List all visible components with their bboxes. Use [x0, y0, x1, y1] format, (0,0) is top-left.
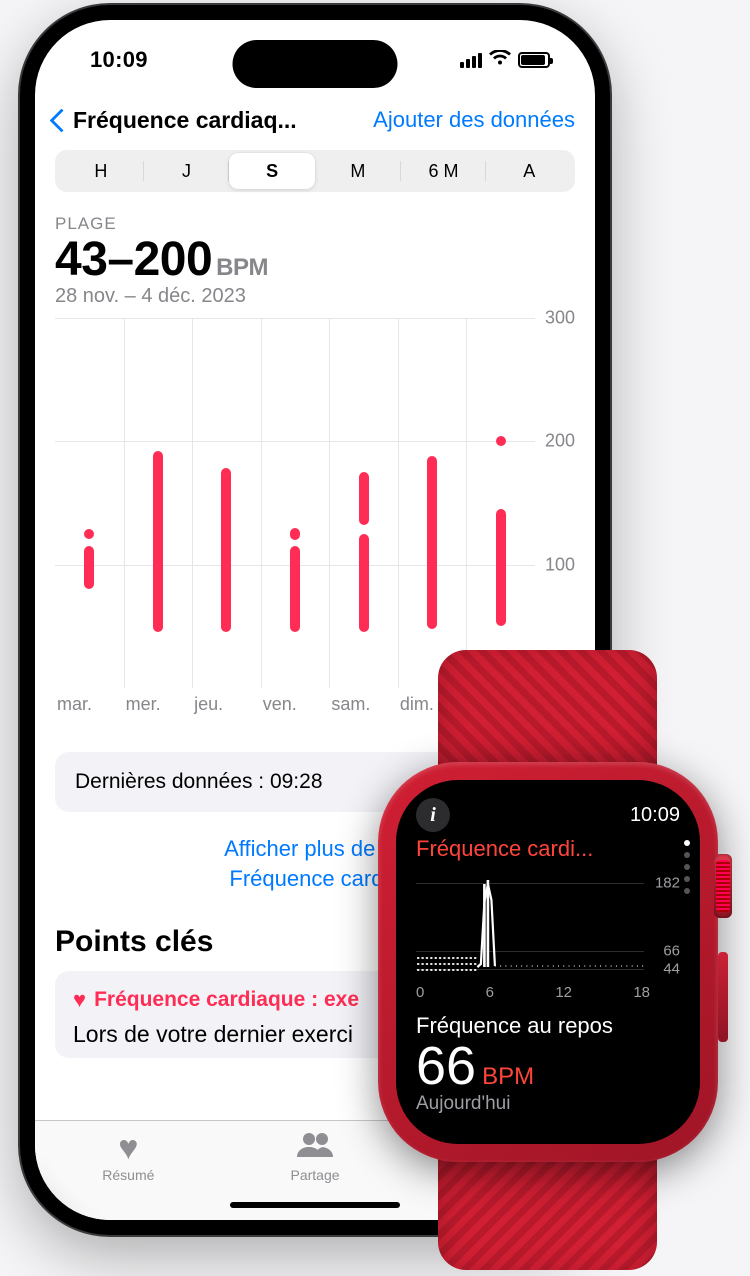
day-column[interactable] — [466, 318, 535, 688]
segment-6m[interactable]: 6 M — [401, 153, 487, 189]
watch-sparkline — [416, 872, 644, 982]
page-dot-4 — [684, 876, 690, 882]
day-column[interactable] — [124, 318, 193, 688]
hr-range-bar — [496, 436, 506, 446]
nav-header: Fréquence cardiaq... Ajouter des données — [35, 100, 595, 144]
summary-label: PLAGE — [55, 214, 575, 234]
people-tab-icon — [295, 1131, 335, 1165]
watch-y-mid: 66 — [663, 943, 680, 960]
segment-a[interactable]: A — [486, 153, 572, 189]
status-time: 10:09 — [90, 47, 148, 73]
watch-x-12: 12 — [555, 984, 572, 1001]
watch-x-labels: 0 6 12 18 — [416, 984, 680, 1001]
day-label: jeu. — [192, 694, 261, 728]
summary-range: 43–200 — [55, 233, 212, 286]
summary-unit: BPM — [216, 254, 268, 281]
day-column[interactable] — [398, 318, 467, 688]
page-dot-5 — [684, 888, 690, 894]
segment-h[interactable]: H — [58, 153, 144, 189]
hr-range-bar — [496, 509, 506, 626]
watch-y-low: 44 — [663, 960, 680, 977]
add-data-button[interactable]: Ajouter des données — [373, 107, 575, 133]
day-column[interactable] — [261, 318, 330, 688]
home-indicator[interactable] — [230, 1202, 400, 1208]
battery-icon — [518, 52, 550, 68]
digital-crown[interactable] — [714, 854, 732, 918]
segment-m[interactable]: M — [315, 153, 401, 189]
summary-value: 43–200BPM — [55, 232, 575, 287]
hr-range-bar — [290, 546, 300, 632]
hr-range-bar — [84, 529, 94, 539]
back-button[interactable] — [47, 106, 69, 134]
info-icon[interactable]: i — [416, 798, 450, 832]
hr-range-bar — [359, 472, 369, 525]
summary-date-range: 28 nov. – 4 déc. 2023 — [55, 285, 575, 308]
watch-value-row: 66 BPM — [416, 1039, 680, 1093]
tab-summary-label: Résumé — [102, 1167, 154, 1183]
time-range-segmented[interactable]: H J S M 6 M A — [55, 150, 575, 192]
day-label: mar. — [55, 694, 124, 728]
watch-screen[interactable]: i 10:09 Fréquence cardi... 182 66 44 — [396, 780, 700, 1144]
y-axis-label: 200 — [545, 431, 575, 452]
heart-icon: ♥ — [73, 987, 86, 1013]
hr-range-bar — [359, 534, 369, 633]
watch-band-top — [438, 650, 657, 780]
segment-s[interactable]: S — [229, 153, 315, 189]
hr-range-bar — [84, 546, 94, 589]
watch-x-0: 0 — [416, 984, 424, 1001]
tab-summary[interactable]: ♥ Résumé — [35, 1121, 222, 1212]
heart-tab-icon: ♥ — [118, 1131, 138, 1165]
page-dot-2 — [684, 852, 690, 858]
wifi-icon — [489, 50, 511, 70]
watch-status-bar: i 10:09 — [416, 798, 680, 832]
watch-value: 66 — [416, 1039, 476, 1093]
watch-unit: BPM — [482, 1063, 534, 1091]
page-dot-1 — [684, 840, 690, 846]
hr-range-bar — [153, 451, 163, 632]
watch-side-button[interactable] — [718, 952, 728, 1042]
watch-hr-chart: 182 66 44 — [416, 872, 680, 982]
page-dot-3 — [684, 864, 690, 870]
highlight-item-title: Fréquence cardiaque : exe — [94, 988, 359, 1012]
day-column[interactable] — [192, 318, 261, 688]
watch-sublabel: Aujourd'hui — [416, 1093, 680, 1115]
watch-case: i 10:09 Fréquence cardi... 182 66 44 — [378, 762, 718, 1162]
hr-range-bar — [221, 468, 231, 632]
page-title: Fréquence cardiaq... — [73, 107, 297, 134]
hr-range-bar — [290, 528, 300, 540]
status-right — [460, 50, 550, 70]
day-column[interactable] — [329, 318, 398, 688]
latest-data-label: Dernières données : 09:28 — [75, 770, 323, 794]
y-axis-label: 100 — [545, 554, 575, 575]
day-label: ven. — [261, 694, 330, 728]
tab-sharing-label: Partage — [290, 1167, 339, 1183]
cellular-icon — [460, 52, 482, 68]
watch-x-18: 18 — [633, 984, 650, 1001]
dynamic-island — [233, 40, 398, 88]
day-label: mer. — [124, 694, 193, 728]
watch-time: 10:09 — [630, 804, 680, 827]
apple-watch: i 10:09 Fréquence cardi... 182 66 44 — [350, 650, 745, 1270]
y-axis-label: 300 — [545, 308, 575, 329]
segment-j[interactable]: J — [144, 153, 230, 189]
watch-app-title: Fréquence cardi... — [416, 836, 680, 862]
day-column[interactable] — [55, 318, 124, 688]
page-dots[interactable] — [684, 840, 690, 894]
hr-range-bar — [427, 456, 437, 629]
watch-x-6: 6 — [486, 984, 494, 1001]
watch-y-high: 182 — [655, 875, 680, 892]
